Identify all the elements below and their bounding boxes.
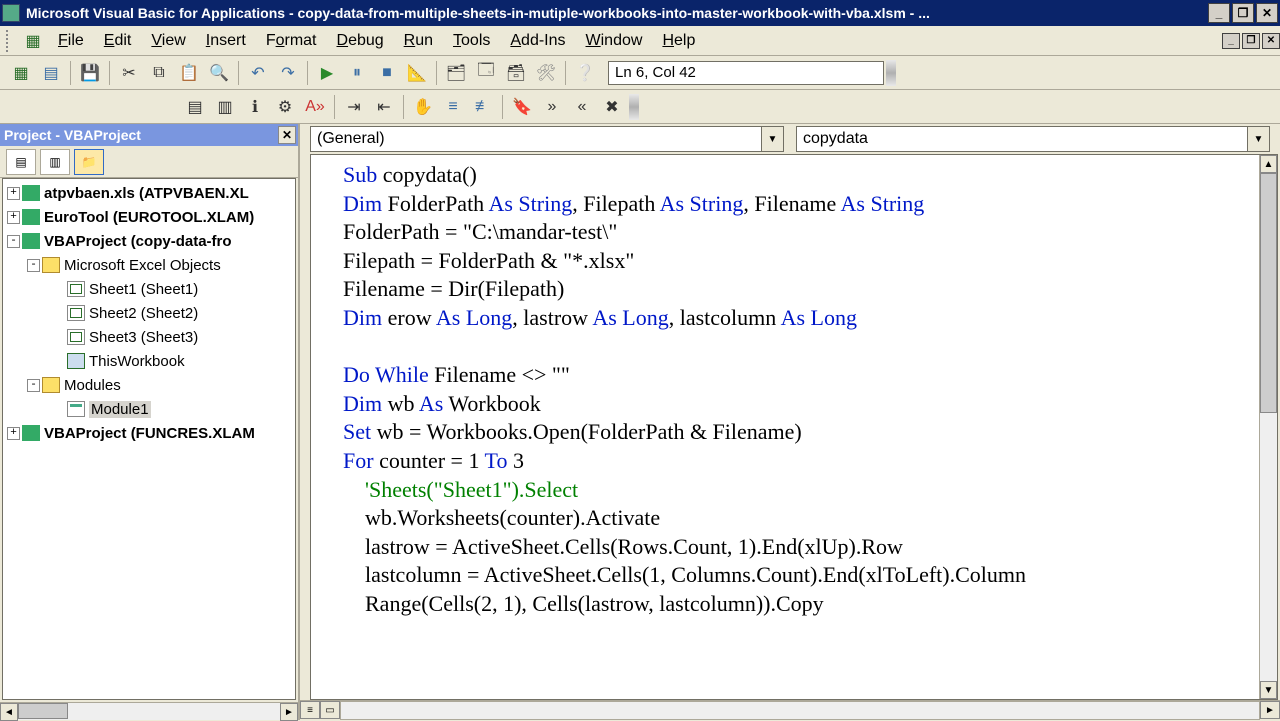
menu-view[interactable]: View xyxy=(141,28,195,54)
cursor-position: Ln 6, Col 42 xyxy=(608,61,884,85)
quick-info-icon[interactable]: ℹ xyxy=(242,94,268,120)
mdi-controls: _ ❐ ✕ xyxy=(1220,33,1280,49)
scroll-right-icon[interactable]: ► xyxy=(1260,701,1280,719)
list-constants-icon[interactable]: ▥ xyxy=(212,94,238,120)
menu-run[interactable]: Run xyxy=(394,28,443,54)
complete-word-icon[interactable]: A» xyxy=(302,94,328,120)
toggle-folders-button[interactable]: 📁 xyxy=(74,149,104,175)
project-explorer-icon[interactable]: 🗂 xyxy=(443,60,469,86)
project-hscrollbar[interactable]: ◄ ► xyxy=(0,702,298,720)
insert-module-icon[interactable]: ▤ xyxy=(38,60,64,86)
menu-format[interactable]: Format xyxy=(256,28,327,54)
minimize-button[interactable]: _ xyxy=(1208,3,1230,23)
tree-node-sheet3[interactable]: Sheet3 (Sheet3) xyxy=(3,325,295,349)
parameter-info-icon[interactable]: ⚙ xyxy=(272,94,298,120)
run-icon[interactable]: ▶ xyxy=(314,60,340,86)
indent-icon[interactable]: ⇥ xyxy=(341,94,367,120)
app-icon xyxy=(2,4,20,22)
chevron-down-icon[interactable]: ▼ xyxy=(1247,127,1269,151)
menu-edit[interactable]: Edit xyxy=(94,28,142,54)
project-tree[interactable]: +atpvbaen.xls (ATPVBAEN.XL +EuroTool (EU… xyxy=(2,178,296,700)
object-combobox[interactable]: (General) ▼ xyxy=(310,126,784,152)
tree-node-excel-objects[interactable]: -Microsoft Excel Objects xyxy=(3,253,295,277)
properties-icon[interactable]: 🗔 xyxy=(473,60,499,86)
tree-node-thisworkbook[interactable]: ThisWorkbook xyxy=(3,349,295,373)
menu-bar: ▦ File Edit View Insert Format Debug Run… xyxy=(0,26,1280,56)
procedure-combobox[interactable]: copydata ▼ xyxy=(796,126,1270,152)
procedure-view-button[interactable]: ≡ xyxy=(300,701,320,719)
bookmark-clear-icon[interactable]: ✖ xyxy=(599,94,625,120)
toolbar-grip[interactable] xyxy=(6,30,14,52)
tree-node-sheet1[interactable]: Sheet1 (Sheet1) xyxy=(3,277,295,301)
tree-node-modules[interactable]: -Modules xyxy=(3,373,295,397)
toolbar-overflow[interactable] xyxy=(886,60,896,86)
bookmark-toggle-icon[interactable]: 🔖 xyxy=(509,94,535,120)
toolbar-overflow-2[interactable] xyxy=(629,94,639,120)
title-bar: Microsoft Visual Basic for Applications … xyxy=(0,0,1280,26)
restore-button[interactable]: ❐ xyxy=(1232,3,1254,23)
excel-icon[interactable]: ▦ xyxy=(20,28,46,54)
code-editor[interactable]: Sub copydata() Dim FolderPath As String,… xyxy=(311,155,1259,699)
project-toolstrip: ▤ ▥ 📁 xyxy=(0,146,298,178)
help-icon[interactable]: ❔ xyxy=(572,60,598,86)
paste-icon[interactable]: 📋 xyxy=(176,60,202,86)
bookmark-next-icon[interactable]: » xyxy=(539,94,565,120)
uncomment-block-icon[interactable]: ≢ xyxy=(470,94,496,120)
standard-toolbar: ▦ ▤ 💾 ✂ ⧉ 📋 🔍 ↶ ↷ ▶ ⏸ ■ 📐 🗂 🗔 🗃 🛠 ❔ Ln 6… xyxy=(0,56,1280,90)
tree-node-module1[interactable]: Module1 xyxy=(3,397,295,421)
chevron-down-icon[interactable]: ▼ xyxy=(761,127,783,151)
view-excel-icon[interactable]: ▦ xyxy=(8,60,34,86)
menu-tools[interactable]: Tools xyxy=(443,28,500,54)
list-properties-icon[interactable]: ▤ xyxy=(182,94,208,120)
scroll-right-icon[interactable]: ► xyxy=(280,703,298,721)
mdi-close-button[interactable]: ✕ xyxy=(1262,33,1280,49)
menu-debug[interactable]: Debug xyxy=(327,28,394,54)
tree-node-atpvbaen[interactable]: +atpvbaen.xls (ATPVBAEN.XL xyxy=(3,181,295,205)
tree-node-vbaproject-main[interactable]: -VBAProject (copy-data-fro xyxy=(3,229,295,253)
break-icon[interactable]: ⏸ xyxy=(344,60,370,86)
mdi-minimize-button[interactable]: _ xyxy=(1222,33,1240,49)
menu-file[interactable]: File xyxy=(48,28,94,54)
edit-toolbar: ▤ ▥ ℹ ⚙ A» ⇥ ⇤ ✋ ≡ ≢ 🔖 » « ✖ xyxy=(0,90,1280,124)
project-explorer-close-button[interactable]: ✕ xyxy=(278,126,296,144)
scroll-left-icon[interactable]: ◄ xyxy=(0,703,18,721)
scroll-up-icon[interactable]: ▲ xyxy=(1260,155,1277,173)
view-code-button[interactable]: ▤ xyxy=(6,149,36,175)
reset-icon[interactable]: ■ xyxy=(374,60,400,86)
full-module-view-button[interactable]: ▭ xyxy=(320,701,340,719)
menu-addins[interactable]: Add-Ins xyxy=(500,28,575,54)
object-browser-icon[interactable]: 🗃 xyxy=(503,60,529,86)
view-object-button[interactable]: ▥ xyxy=(40,149,70,175)
toolbox-icon[interactable]: 🛠 xyxy=(533,60,559,86)
copy-icon[interactable]: ⧉ xyxy=(146,60,172,86)
project-explorer-title: Project - VBAProject ✕ xyxy=(0,124,298,146)
mdi-restore-button[interactable]: ❐ xyxy=(1242,33,1260,49)
scroll-down-icon[interactable]: ▼ xyxy=(1260,681,1277,699)
close-button[interactable]: ✕ xyxy=(1256,3,1278,23)
comment-block-icon[interactable]: ≡ xyxy=(440,94,466,120)
menu-insert[interactable]: Insert xyxy=(196,28,256,54)
breakpoint-icon[interactable]: ✋ xyxy=(410,94,436,120)
find-icon[interactable]: 🔍 xyxy=(206,60,232,86)
project-explorer: Project - VBAProject ✕ ▤ ▥ 📁 +atpvbaen.x… xyxy=(0,124,300,720)
bookmark-prev-icon[interactable]: « xyxy=(569,94,595,120)
cut-icon[interactable]: ✂ xyxy=(116,60,142,86)
tree-node-sheet2[interactable]: Sheet2 (Sheet2) xyxy=(3,301,295,325)
design-mode-icon[interactable]: 📐 xyxy=(404,60,430,86)
window-title: Microsoft Visual Basic for Applications … xyxy=(26,5,1206,21)
editor-vscrollbar[interactable]: ▲ ▼ xyxy=(1259,155,1277,699)
editor-footer: ≡ ▭ ► xyxy=(300,700,1280,720)
tree-node-funcres[interactable]: +VBAProject (FUNCRES.XLAM xyxy=(3,421,295,445)
tree-node-eurotool[interactable]: +EuroTool (EUROTOOL.XLAM) xyxy=(3,205,295,229)
undo-icon[interactable]: ↶ xyxy=(245,60,271,86)
save-icon[interactable]: 💾 xyxy=(77,60,103,86)
redo-icon[interactable]: ↷ xyxy=(275,60,301,86)
menu-help[interactable]: Help xyxy=(652,28,705,54)
menu-window[interactable]: Window xyxy=(576,28,653,54)
outdent-icon[interactable]: ⇤ xyxy=(371,94,397,120)
code-editor-region: (General) ▼ copydata ▼ Sub copydata() Di… xyxy=(300,124,1280,720)
